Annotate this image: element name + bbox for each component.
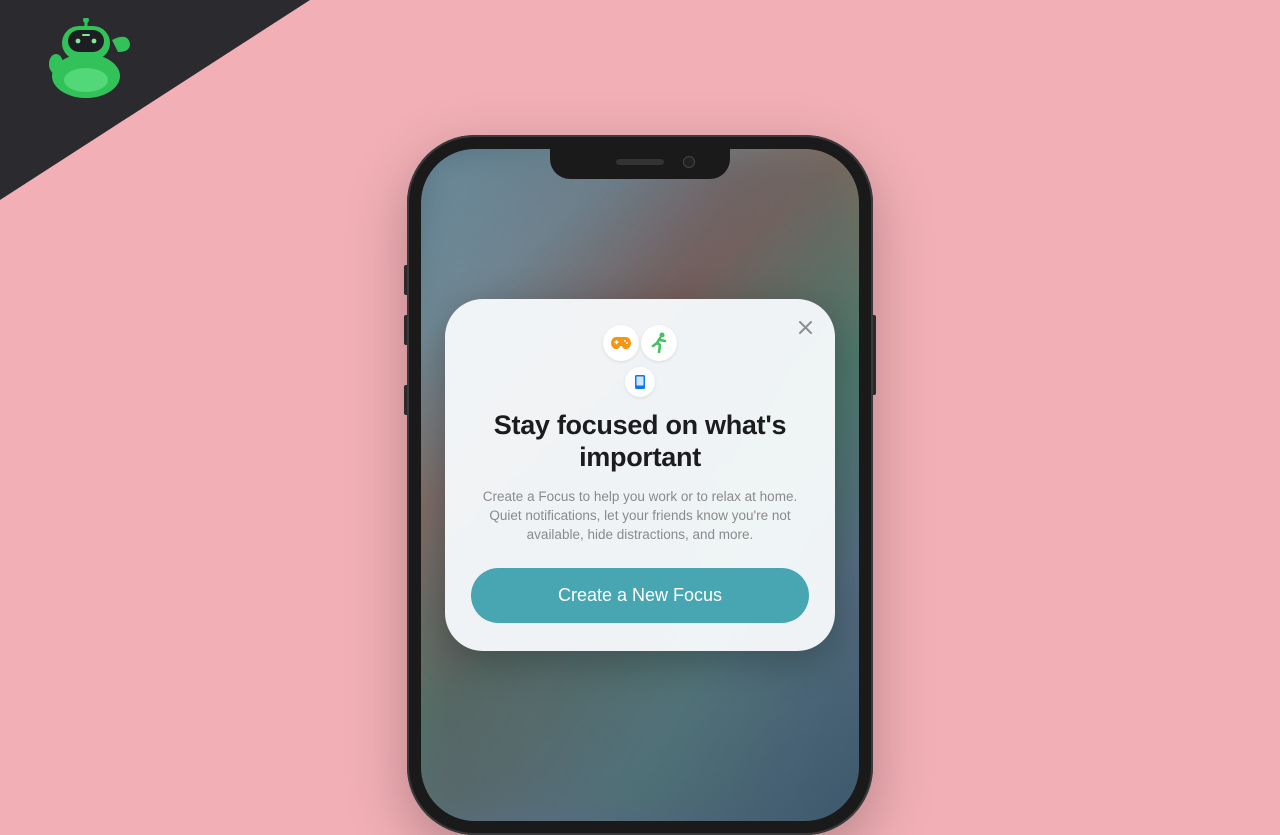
phone-frame: Stay focused on what's important Create … [407, 135, 873, 835]
close-icon [799, 321, 812, 334]
card-title: Stay focused on what's important [471, 409, 809, 474]
focus-icon-row [603, 325, 677, 361]
fitness-icon [641, 325, 677, 361]
gaming-icon [603, 325, 639, 361]
phone-screen: Stay focused on what's important Create … [421, 149, 859, 821]
focus-intro-card: Stay focused on what's important Create … [445, 299, 835, 651]
close-button[interactable] [795, 317, 815, 337]
card-description: Create a Focus to help you work or to re… [471, 488, 809, 545]
focus-icon-row-2 [625, 367, 655, 397]
phone-notch [550, 149, 730, 179]
site-logo [38, 18, 134, 105]
create-focus-button[interactable]: Create a New Focus [471, 568, 809, 623]
reading-icon [625, 367, 655, 397]
